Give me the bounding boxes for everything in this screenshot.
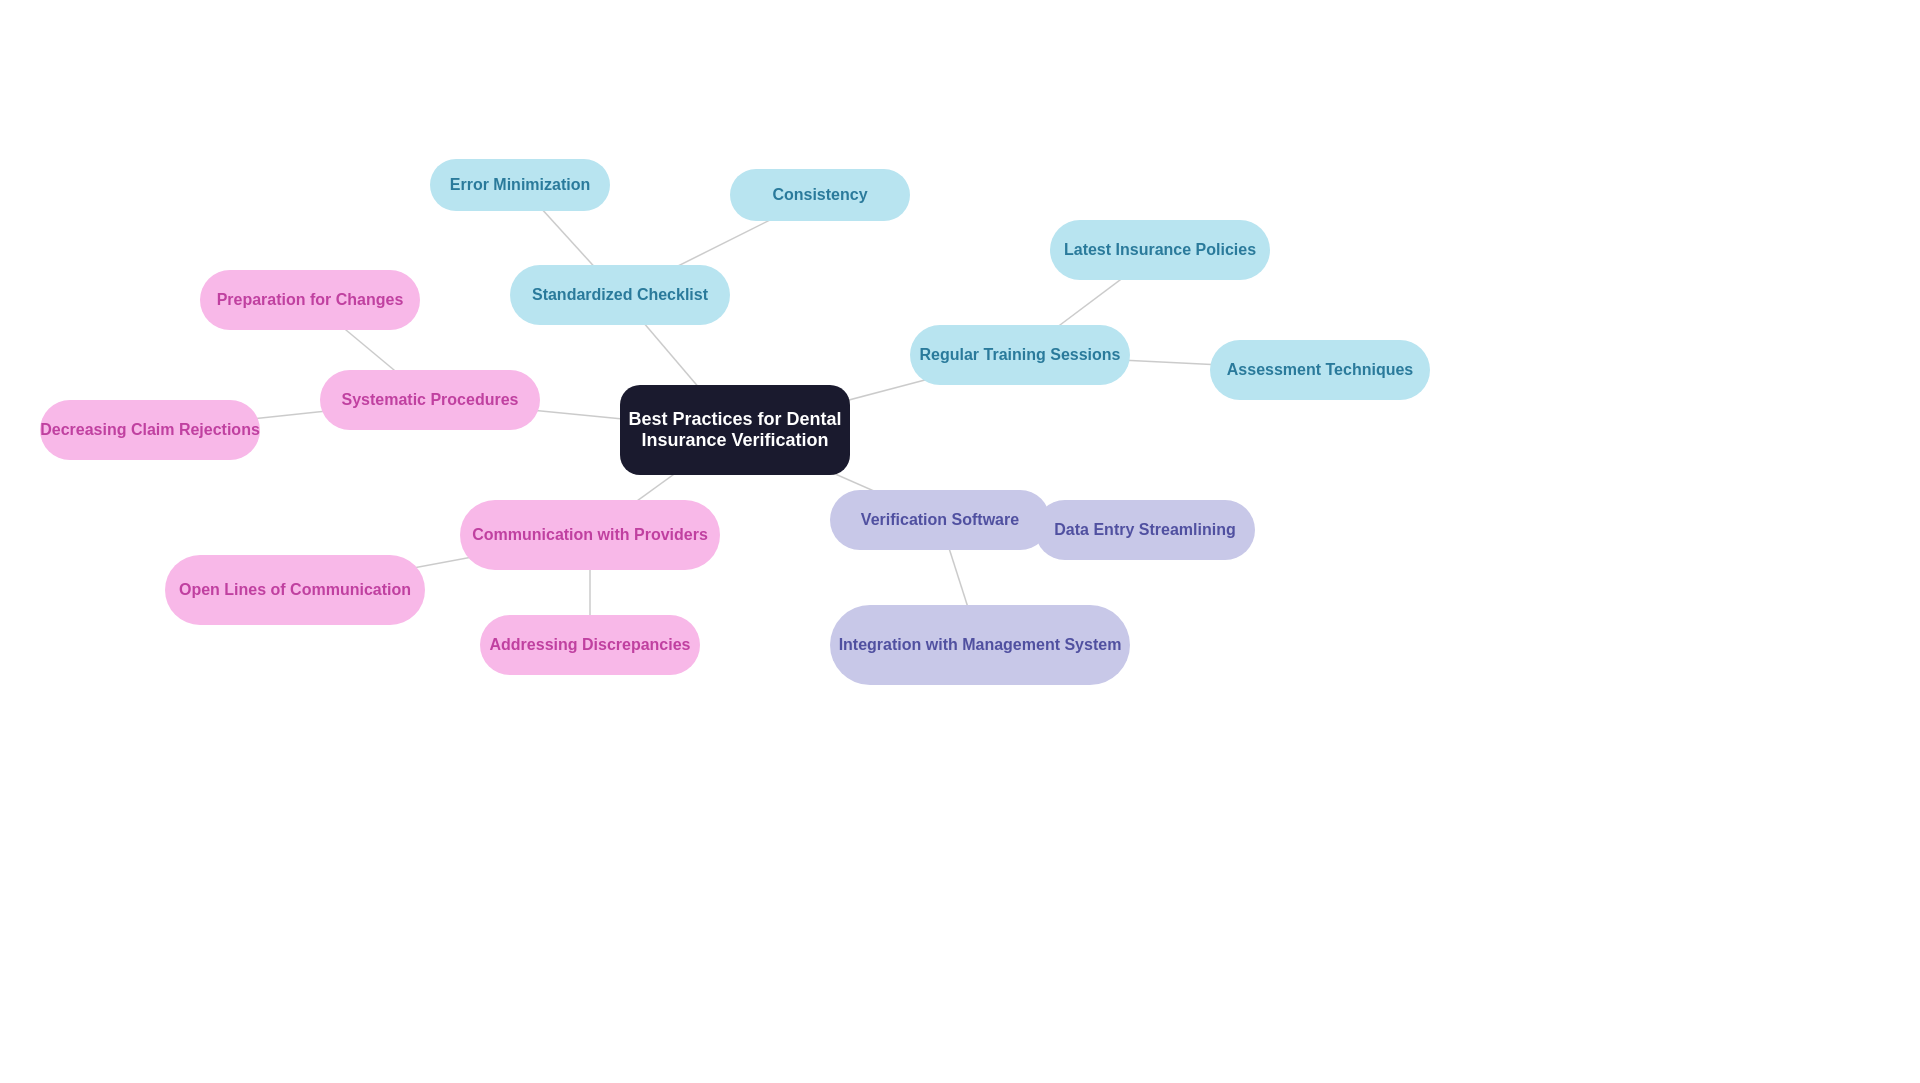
error-minimization-node[interactable]: Error Minimization	[430, 159, 610, 211]
assessment-techniques-node[interactable]: Assessment Techniques	[1210, 340, 1430, 400]
open-lines-of-communication-node[interactable]: Open Lines of Communication	[165, 555, 425, 625]
consistency-node[interactable]: Consistency	[730, 169, 910, 221]
verification-software-node[interactable]: Verification Software	[830, 490, 1050, 550]
latest-insurance-policies-node[interactable]: Latest Insurance Policies	[1050, 220, 1270, 280]
data-entry-streamlining-node[interactable]: Data Entry Streamlining	[1035, 500, 1255, 560]
preparation-for-changes-node[interactable]: Preparation for Changes	[200, 270, 420, 330]
communication-with-providers-node[interactable]: Communication with Providers	[460, 500, 720, 570]
center-node[interactable]: Best Practices for Dental Insurance Veri…	[620, 385, 850, 475]
systematic-procedures-node[interactable]: Systematic Procedures	[320, 370, 540, 430]
mindmap-canvas: Best Practices for Dental Insurance Veri…	[0, 0, 1920, 1083]
decreasing-claim-rejections-node[interactable]: Decreasing Claim Rejections	[40, 400, 260, 460]
integration-with-management-system-node[interactable]: Integration with Management System	[830, 605, 1130, 685]
regular-training-sessions-node[interactable]: Regular Training Sessions	[910, 325, 1130, 385]
standardized-checklist-node[interactable]: Standardized Checklist	[510, 265, 730, 325]
addressing-discrepancies-node[interactable]: Addressing Discrepancies	[480, 615, 700, 675]
